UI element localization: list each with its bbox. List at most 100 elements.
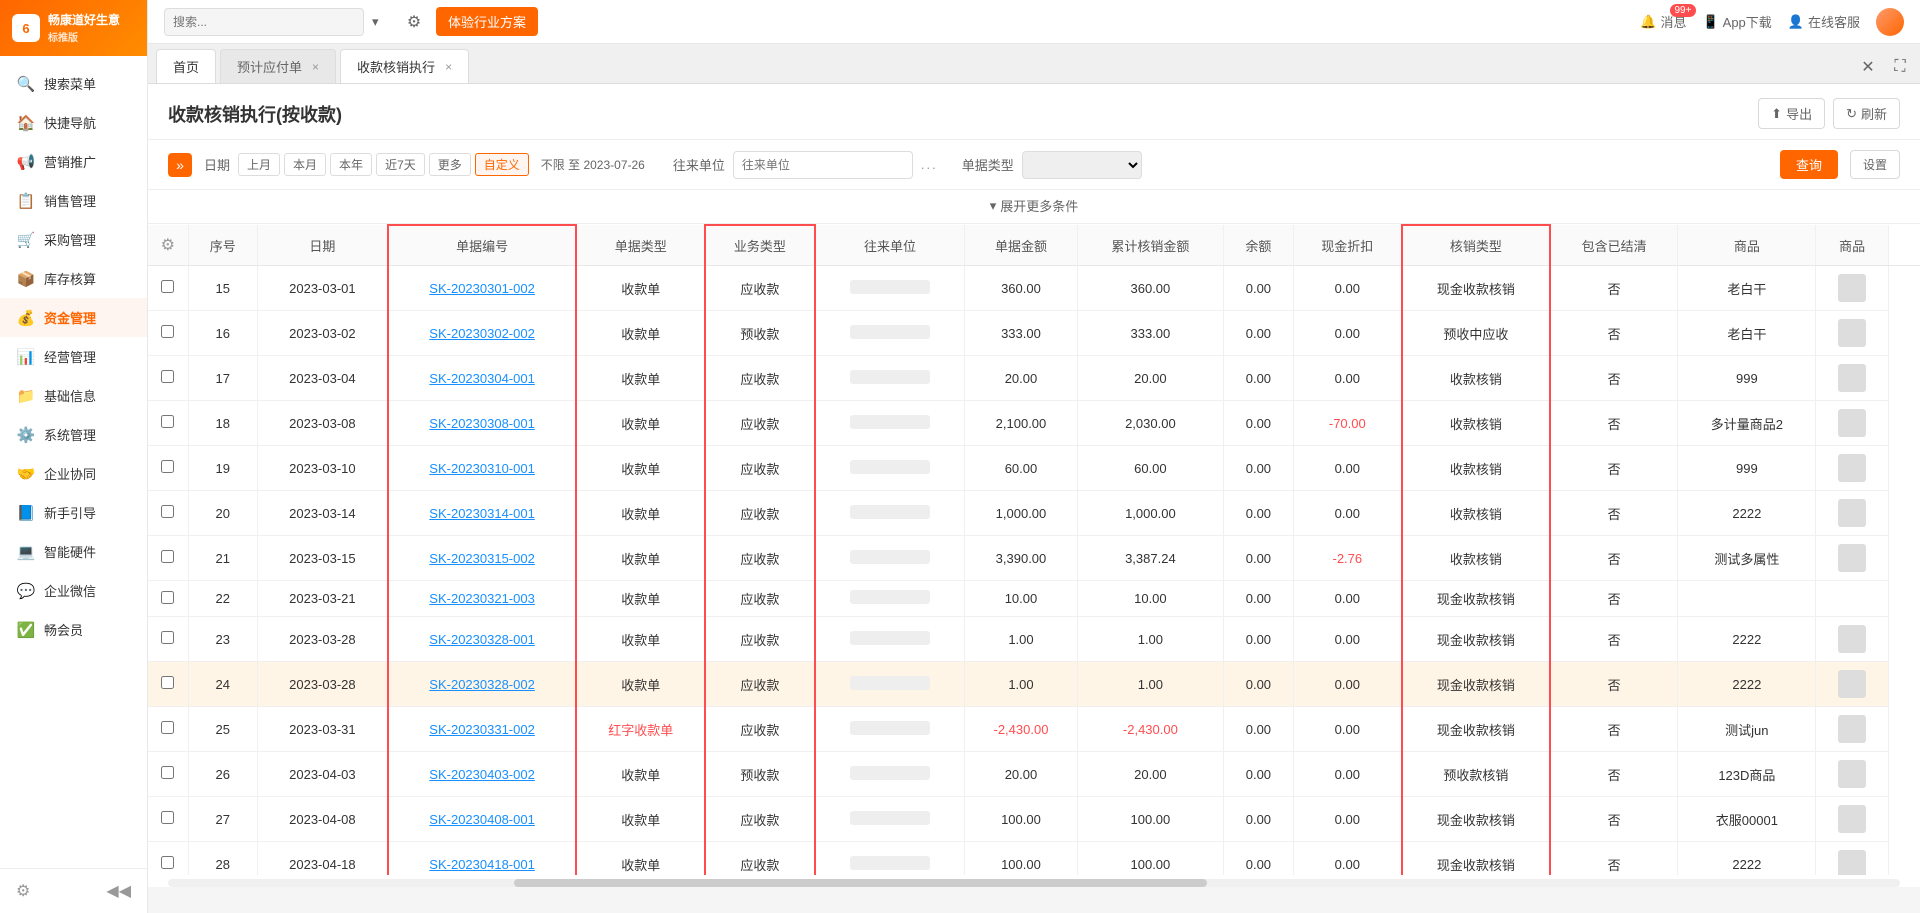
voucher-no-link[interactable]: SK-20230315-002	[429, 551, 535, 566]
row-checkbox[interactable]	[161, 631, 174, 644]
top-search-input[interactable]	[164, 8, 364, 36]
sidebar-item-wechat[interactable]: 💬 企业微信	[0, 571, 147, 610]
cell-voucher-no[interactable]: SK-20230315-002	[388, 536, 577, 581]
row-checkbox[interactable]	[161, 325, 174, 338]
cell-voucher-no[interactable]: SK-20230408-001	[388, 797, 577, 842]
table-row[interactable]: 202023-03-14SK-20230314-001收款单应收款1,000.0…	[148, 491, 1920, 536]
cell-voucher-no[interactable]: SK-20230314-001	[388, 491, 577, 536]
voucher-no-link[interactable]: SK-20230408-001	[429, 812, 535, 827]
date-opt-last-month[interactable]: 上月	[238, 153, 280, 176]
cell-voucher-no[interactable]: SK-20230301-002	[388, 266, 577, 311]
tab-prepay[interactable]: 预计应付单 ×	[220, 49, 336, 83]
horizontal-scrollbar[interactable]	[168, 879, 1900, 887]
cell-checkbox[interactable]	[148, 617, 188, 662]
sidebar-item-operation[interactable]: 📊 经营管理	[0, 337, 147, 376]
cell-voucher-no[interactable]: SK-20230331-002	[388, 707, 577, 752]
app-download-item[interactable]: 📱 App下载	[1702, 12, 1771, 31]
row-checkbox[interactable]	[161, 505, 174, 518]
date-opt-this-year[interactable]: 本年	[330, 153, 372, 176]
sidebar-item-quick-nav[interactable]: 🏠 快捷导航	[0, 103, 147, 142]
query-button[interactable]: 查询	[1780, 150, 1838, 179]
table-row[interactable]: 262023-04-03SK-20230403-002收款单预收款20.0020…	[148, 752, 1920, 797]
cell-checkbox[interactable]	[148, 581, 188, 617]
voucher-no-link[interactable]: SK-20230321-003	[429, 591, 535, 606]
cell-checkbox[interactable]	[148, 266, 188, 311]
user-avatar[interactable]	[1876, 8, 1904, 36]
row-checkbox[interactable]	[161, 280, 174, 293]
voucher-no-link[interactable]: SK-20230314-001	[429, 506, 535, 521]
scrollbar-thumb[interactable]	[514, 879, 1207, 887]
cell-voucher-no[interactable]: SK-20230328-002	[388, 662, 577, 707]
cell-checkbox[interactable]	[148, 401, 188, 446]
row-checkbox[interactable]	[161, 676, 174, 689]
online-service-item[interactable]: 👤 在线客服	[1788, 12, 1860, 31]
cell-voucher-no[interactable]: SK-20230304-001	[388, 356, 577, 401]
sidebar-item-basic[interactable]: 📁 基础信息	[0, 376, 147, 415]
sidebar-item-inventory[interactable]: 📦 库存核算	[0, 259, 147, 298]
notification-item[interactable]: 🔔 消息 99+	[1640, 12, 1686, 31]
sidebar-item-system[interactable]: ⚙️ 系统管理	[0, 415, 147, 454]
voucher-no-link[interactable]: SK-20230301-002	[429, 281, 535, 296]
cell-checkbox[interactable]	[148, 842, 188, 876]
table-row[interactable]: 212023-03-15SK-20230315-002收款单应收款3,390.0…	[148, 536, 1920, 581]
voucher-no-link[interactable]: SK-20230331-002	[429, 722, 535, 737]
cell-voucher-no[interactable]: SK-20230308-001	[388, 401, 577, 446]
sidebar-item-finance[interactable]: 💰 资金管理	[0, 298, 147, 337]
tab-collection[interactable]: 收款核销执行 ×	[340, 49, 469, 83]
refresh-button[interactable]: ↻ 刷新	[1833, 98, 1900, 129]
sidebar-item-enterprise[interactable]: 🤝 企业协同	[0, 454, 147, 493]
sidebar-item-search[interactable]: 🔍 搜索菜单	[0, 64, 147, 103]
sidebar-item-hardware[interactable]: 💻 智能硬件	[0, 532, 147, 571]
export-button[interactable]: ⬆ 导出	[1758, 98, 1825, 129]
table-row[interactable]: 182023-03-08SK-20230308-001收款单应收款2,100.0…	[148, 401, 1920, 446]
voucher-no-link[interactable]: SK-20230302-002	[429, 326, 535, 341]
collapse-icon[interactable]: ◀◀	[106, 881, 131, 901]
voucher-no-link[interactable]: SK-20230403-002	[429, 767, 535, 782]
settings-icon[interactable]: ⚙	[16, 881, 30, 901]
cell-checkbox[interactable]	[148, 662, 188, 707]
table-row[interactable]: 252023-03-31SK-20230331-002红字收款单应收款-2,43…	[148, 707, 1920, 752]
table-row[interactable]: 162023-03-02SK-20230302-002收款单预收款333.003…	[148, 311, 1920, 356]
cell-voucher-no[interactable]: SK-20230310-001	[388, 446, 577, 491]
date-opt-more[interactable]: 更多	[429, 153, 471, 176]
cell-checkbox[interactable]	[148, 491, 188, 536]
cell-checkbox[interactable]	[148, 797, 188, 842]
row-checkbox[interactable]	[161, 766, 174, 779]
sidebar-item-member[interactable]: ✅ 畅会员	[0, 610, 147, 649]
cell-checkbox[interactable]	[148, 536, 188, 581]
close-tab-icon[interactable]: ✕	[1856, 55, 1880, 79]
voucher-no-link[interactable]: SK-20230418-001	[429, 857, 535, 872]
voucher-type-select[interactable]	[1022, 151, 1142, 179]
cell-voucher-no[interactable]: SK-20230418-001	[388, 842, 577, 876]
row-checkbox[interactable]	[161, 370, 174, 383]
row-checkbox[interactable]	[161, 856, 174, 869]
sidebar-item-sales[interactable]: 📋 销售管理	[0, 181, 147, 220]
table-row[interactable]: 232023-03-28SK-20230328-001收款单应收款1.001.0…	[148, 617, 1920, 662]
cell-voucher-no[interactable]: SK-20230302-002	[388, 311, 577, 356]
col-settings[interactable]: ⚙	[148, 225, 188, 266]
row-checkbox[interactable]	[161, 550, 174, 563]
counterpart-input[interactable]	[733, 151, 913, 179]
tab-prepay-close[interactable]: ×	[312, 60, 319, 74]
maximize-tab-icon[interactable]: ⛶	[1888, 55, 1912, 79]
voucher-no-link[interactable]: SK-20230310-001	[429, 461, 535, 476]
row-checkbox[interactable]	[161, 460, 174, 473]
tab-collection-close[interactable]: ×	[445, 60, 452, 74]
table-row[interactable]: 222023-03-21SK-20230321-003收款单应收款10.0010…	[148, 581, 1920, 617]
filter-expand-btn[interactable]: »	[168, 153, 192, 177]
date-opt-7days[interactable]: 近7天	[376, 153, 425, 176]
topbar-settings-icon[interactable]: ⚙	[400, 8, 428, 36]
sidebar-item-guide[interactable]: 📘 新手引导	[0, 493, 147, 532]
cell-voucher-no[interactable]: SK-20230328-001	[388, 617, 577, 662]
voucher-no-link[interactable]: SK-20230328-001	[429, 632, 535, 647]
cell-checkbox[interactable]	[148, 707, 188, 752]
cell-voucher-no[interactable]: SK-20230403-002	[388, 752, 577, 797]
voucher-no-link[interactable]: SK-20230328-002	[429, 677, 535, 692]
cell-checkbox[interactable]	[148, 311, 188, 356]
table-wrapper[interactable]: ⚙ 序号 日期 单据编号 单据类型 业务类型 往来单位 单据金额 累计核销金额 …	[148, 224, 1920, 875]
tab-home[interactable]: 首页	[156, 49, 216, 83]
date-opt-custom[interactable]: 自定义	[475, 153, 529, 176]
sidebar-item-purchase[interactable]: 🛒 采购管理	[0, 220, 147, 259]
table-row[interactable]: 192023-03-10SK-20230310-001收款单应收款60.0060…	[148, 446, 1920, 491]
expand-more-button[interactable]: ▾ 展开更多条件	[990, 196, 1079, 215]
